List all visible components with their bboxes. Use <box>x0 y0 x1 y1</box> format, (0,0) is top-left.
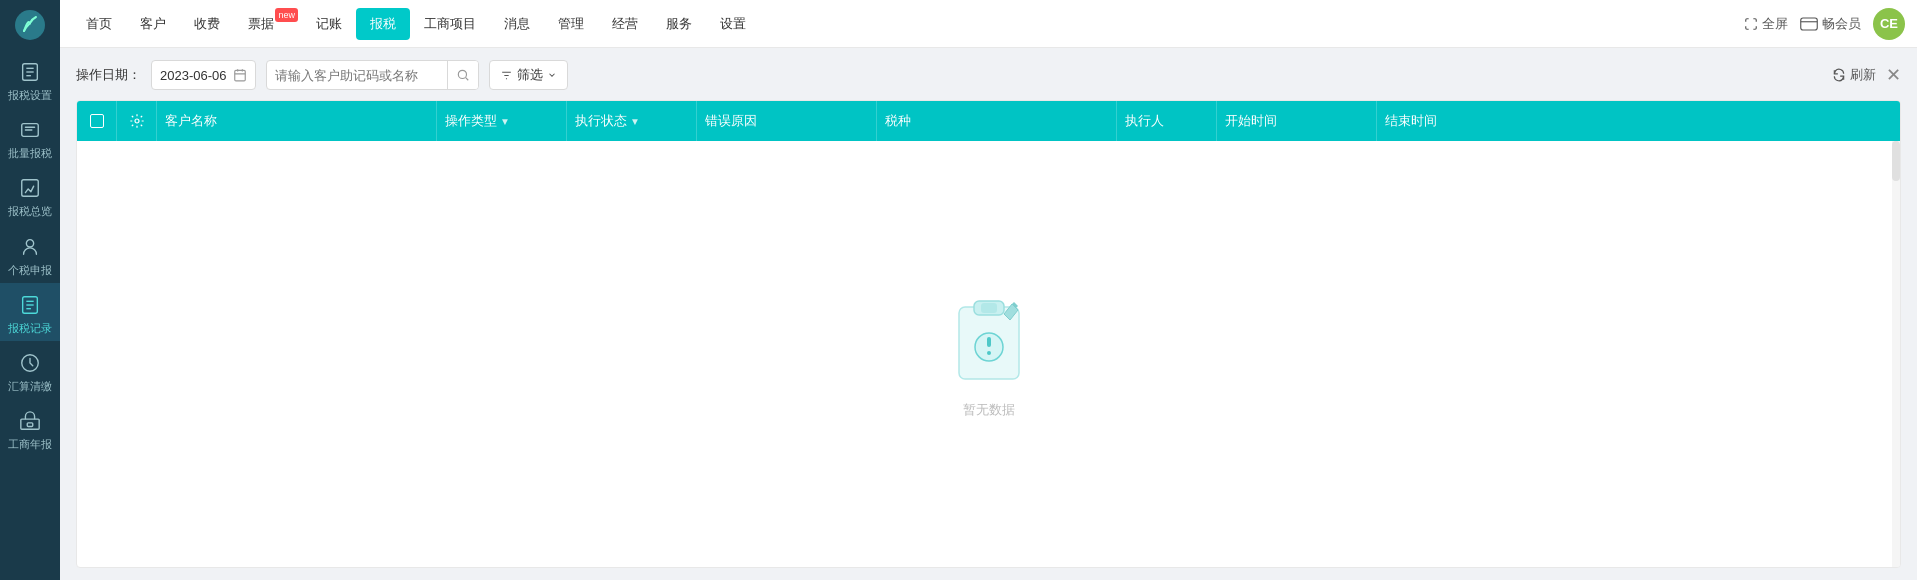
select-all-checkbox[interactable] <box>90 114 104 128</box>
scrollbar-track[interactable] <box>1892 141 1900 567</box>
nav-item-guanli[interactable]: 管理 <box>544 0 598 48</box>
svg-rect-6 <box>22 180 39 197</box>
scrollbar-thumb[interactable] <box>1892 141 1900 181</box>
fullscreen-button[interactable]: 全屏 <box>1744 15 1788 33</box>
empty-text: 暂无数据 <box>963 401 1015 419</box>
huisuanqingsuan-icon <box>16 349 44 377</box>
nav-item-shouye[interactable]: 首页 <box>72 0 126 48</box>
nav-item-shezhi[interactable]: 设置 <box>706 0 760 48</box>
zhixingstatus-filter-icon[interactable]: ▼ <box>630 116 640 127</box>
th-settings[interactable] <box>117 101 157 141</box>
toolbar: 操作日期： 2023-06-06 筛选 刷新 <box>76 60 1901 90</box>
close-button[interactable]: ✕ <box>1886 66 1901 84</box>
filter-button[interactable]: 筛选 <box>489 60 568 90</box>
svg-point-24 <box>987 351 991 355</box>
nav-item-kehu[interactable]: 客户 <box>126 0 180 48</box>
search-button[interactable] <box>447 60 478 90</box>
piliangsaoshui-icon <box>16 116 44 144</box>
sidebar-item-geshuishenbao-label: 个税申报 <box>8 264 52 277</box>
empty-illustration <box>944 289 1034 389</box>
nav-item-shoufei[interactable]: 收费 <box>180 0 234 48</box>
svg-rect-14 <box>27 423 33 427</box>
empty-state: 暂无数据 <box>944 141 1034 567</box>
gongshangnianban-icon <box>16 407 44 435</box>
nav-item-xiaoxi[interactable]: 消息 <box>490 0 544 48</box>
refresh-button[interactable]: 刷新 <box>1832 66 1876 84</box>
baoshuijilu-icon <box>16 291 44 319</box>
th-kehumingcheng: 客户名称 <box>157 101 437 141</box>
content: 操作日期： 2023-06-06 筛选 刷新 <box>60 48 1917 580</box>
toolbar-right: 刷新 ✕ <box>1832 66 1901 84</box>
sidebar-item-geshuishenbao[interactable]: 个税申报 <box>0 225 60 283</box>
th-cuowuyuanyin: 错误原因 <box>697 101 877 141</box>
sidebar-item-piliangsaoshui[interactable]: 批量报税 <box>0 108 60 166</box>
sidebar-item-baoshuizonglan-label: 报税总览 <box>8 205 52 218</box>
main-area: 首页 客户 收费 票据 new 记账 报税 工商项目 消息 管理 经营 <box>60 0 1917 580</box>
nav-item-fuwu[interactable]: 服务 <box>652 0 706 48</box>
svg-rect-13 <box>21 419 39 429</box>
search-input[interactable] <box>267 68 447 83</box>
sidebar-item-baoshuishezhi[interactable]: 报税设置 <box>0 50 60 108</box>
caozuoleixing-filter-icon[interactable]: ▼ <box>500 116 510 127</box>
th-zhixingren: 执行人 <box>1117 101 1217 141</box>
sidebar-item-huisuanqingsuan-label: 汇算清缴 <box>8 380 52 393</box>
svg-point-18 <box>135 119 139 123</box>
new-badge: new <box>275 8 298 22</box>
nav-right: 全屏 畅会员 CE <box>1744 8 1905 40</box>
sidebar-item-baoshuishezhi-label: 报税设置 <box>8 89 52 102</box>
svg-rect-23 <box>987 337 991 347</box>
th-shuizhong: 税种 <box>877 101 1117 141</box>
table-body: 暂无数据 <box>77 141 1900 567</box>
baoshuizonglan-icon <box>16 174 44 202</box>
sidebar-item-gongshangnianban[interactable]: 工商年报 <box>0 399 60 457</box>
table-header: 客户名称 操作类型 ▼ 执行状态 ▼ 错误原因 税种 执行人 <box>77 101 1900 141</box>
sidebar-item-baoshuijilu-label: 报税记录 <box>8 322 52 335</box>
avatar[interactable]: CE <box>1873 8 1905 40</box>
baoshuishezhi-icon <box>16 58 44 86</box>
sidebar-item-huisuanqingsuan[interactable]: 汇算清缴 <box>0 341 60 399</box>
date-input[interactable]: 2023-06-06 <box>151 60 256 90</box>
sidebar-logo <box>0 0 60 50</box>
sidebar-item-gongshangnianban-label: 工商年报 <box>8 438 52 451</box>
nav-item-jizhi[interactable]: 记账 <box>302 0 356 48</box>
svg-point-7 <box>26 239 33 246</box>
th-jieshushijian: 结束时间 <box>1377 101 1537 141</box>
date-label: 操作日期： <box>76 66 141 84</box>
nav-item-piaoju[interactable]: 票据 new <box>234 0 302 48</box>
top-nav: 首页 客户 收费 票据 new 记账 报税 工商项目 消息 管理 经营 <box>60 0 1917 48</box>
sidebar: 报税设置 批量报税 报税总览 个税申报 报税记录 汇算清缴 工商 <box>0 0 60 580</box>
search-box[interactable] <box>266 60 479 90</box>
th-caozuoleixing[interactable]: 操作类型 ▼ <box>437 101 567 141</box>
sidebar-item-baoshuijilu[interactable]: 报税记录 <box>0 283 60 341</box>
nav-item-gongshanxiangmu[interactable]: 工商项目 <box>410 0 490 48</box>
member-button[interactable]: 畅会员 <box>1800 15 1861 33</box>
sidebar-item-piliangsaoshui-label: 批量报税 <box>8 147 52 160</box>
table: 客户名称 操作类型 ▼ 执行状态 ▼ 错误原因 税种 执行人 <box>76 100 1901 568</box>
th-kaishishijian: 开始时间 <box>1217 101 1377 141</box>
svg-point-17 <box>458 70 466 78</box>
th-checkbox[interactable] <box>77 101 117 141</box>
geshuishenbao-icon <box>16 233 44 261</box>
svg-rect-16 <box>234 70 245 81</box>
sidebar-item-baoshuizonglan[interactable]: 报税总览 <box>0 166 60 224</box>
nav-item-baoshui[interactable]: 报税 <box>356 8 410 40</box>
th-zhixingstatus[interactable]: 执行状态 ▼ <box>567 101 697 141</box>
svg-rect-21 <box>981 303 997 313</box>
nav-item-jingying[interactable]: 经营 <box>598 0 652 48</box>
svg-rect-15 <box>1801 18 1818 30</box>
